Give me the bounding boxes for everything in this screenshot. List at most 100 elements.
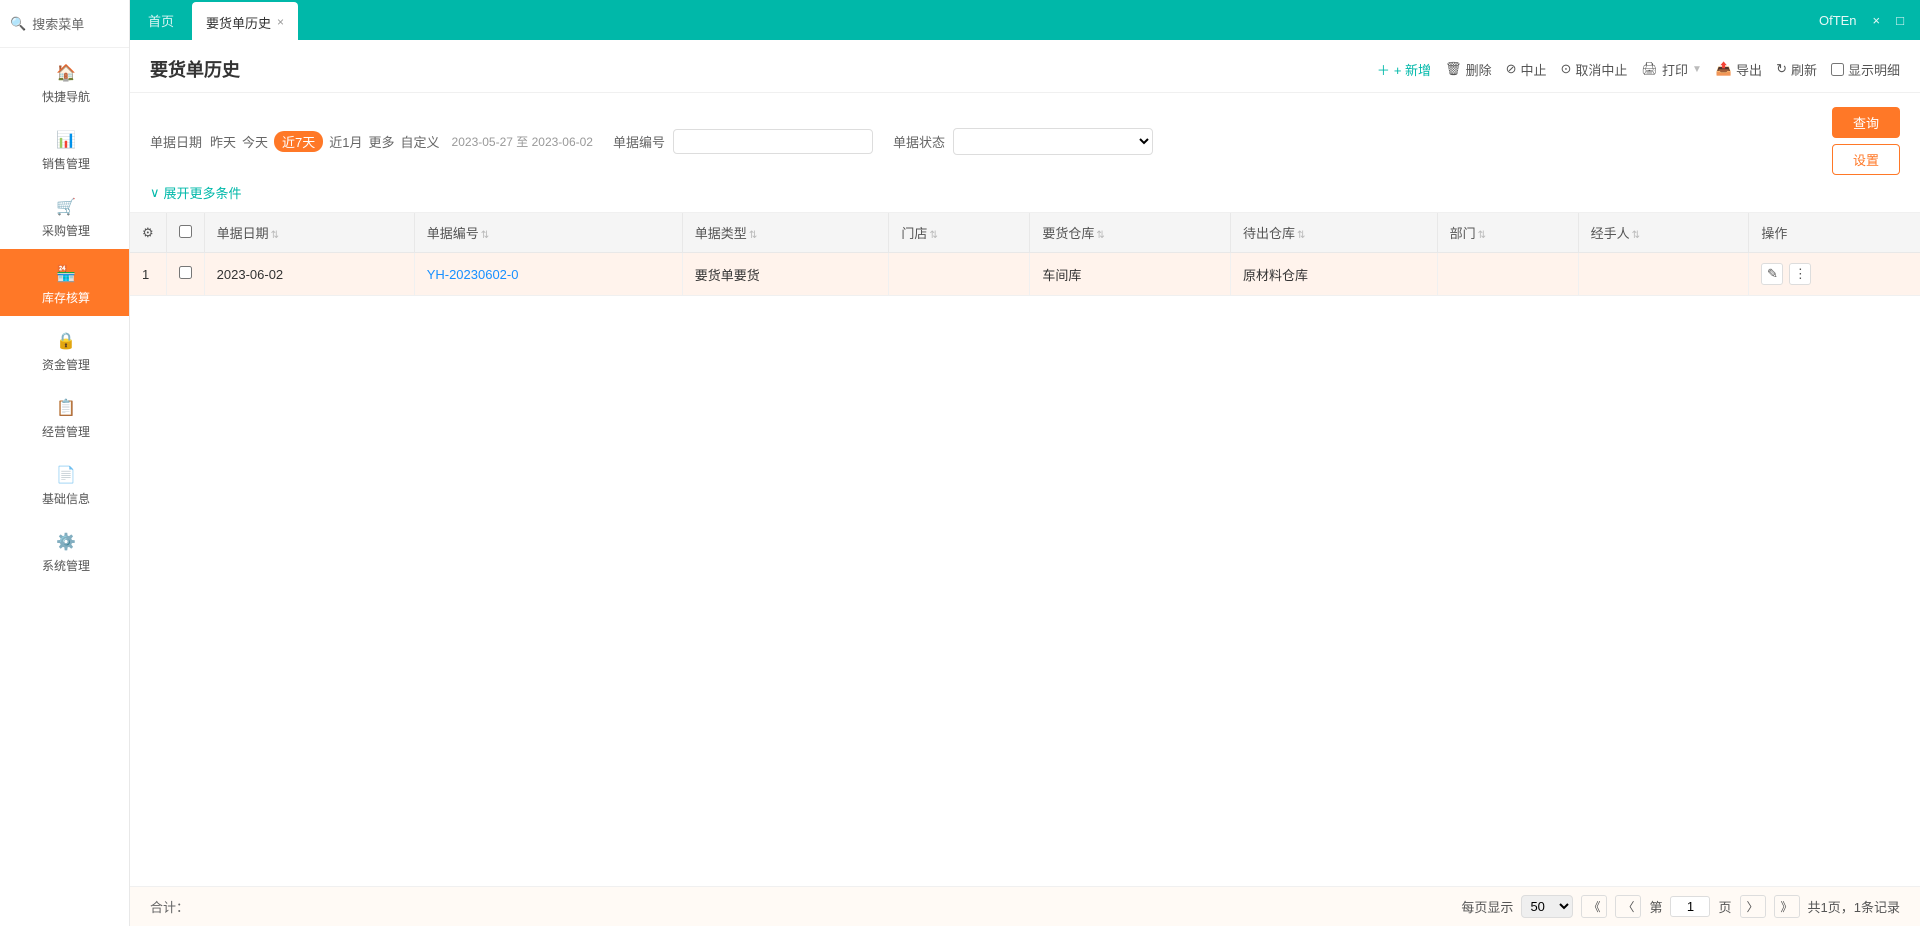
- toolbar: ＋ + 新增 🗑 删除 ⊘ 中止 ⊙ 取消中止 🖨 打印: [1377, 60, 1900, 79]
- row-checkbox-0[interactable]: [179, 266, 192, 279]
- col-header-doc_no[interactable]: 单据编号⇅: [414, 213, 682, 253]
- filter-row-1: 单据日期 昨天今天近7天近1月更多自定义 2023-05-27 至 2023-0…: [150, 107, 1900, 175]
- select-all-checkbox[interactable]: [179, 225, 192, 238]
- status-label: 单据状态: [893, 132, 945, 151]
- cell-checkbox: [166, 253, 204, 296]
- date-opt-昨天[interactable]: 昨天: [210, 132, 236, 151]
- page-header: 要货单历史 ＋ + 新增 🗑 删除 ⊘ 中止 ⊙ 取消中止: [130, 40, 1920, 93]
- col-header-department[interactable]: 部门⇅: [1437, 213, 1578, 253]
- cell-store: [889, 253, 1030, 296]
- filter-actions: 查询 设置: [1832, 107, 1900, 175]
- often-label: OfTEn: [1819, 13, 1857, 28]
- display-detail-checkbox[interactable]: [1831, 63, 1844, 76]
- date-opt-近1月[interactable]: 近1月: [329, 132, 362, 151]
- window-close-icon[interactable]: ×: [1873, 13, 1881, 28]
- print-icon: 🖨: [1641, 61, 1658, 77]
- refresh-icon: ↻: [1776, 61, 1787, 77]
- page-title: 要货单历史: [150, 56, 240, 82]
- operations-icon: 📋: [55, 397, 77, 419]
- finance-icon: 🔒: [55, 330, 77, 352]
- table-footer: 合计： 每页显示 102050100 《 〈 第 页 〉 》 共1页，1条记录: [130, 886, 1920, 926]
- basic-info-icon: 📄: [55, 464, 77, 486]
- sort-icon-req_warehouse: ⇅: [1096, 230, 1104, 241]
- date-opt-自定义[interactable]: 自定义: [401, 132, 440, 151]
- sidebar-item-system[interactable]: ⚙️ 系统管理: [0, 517, 129, 584]
- stop-button[interactable]: ⊘ 中止: [1506, 60, 1547, 79]
- export-button[interactable]: 📤 导出: [1716, 60, 1762, 79]
- sort-icon-department: ⇅: [1478, 230, 1486, 241]
- table-header: ⚙ 单据日期⇅单据编号⇅单据类型⇅门店⇅要货仓库⇅待出仓库⇅部门⇅经手人⇅操作: [130, 213, 1920, 253]
- col-header-handler[interactable]: 经手人⇅: [1578, 213, 1749, 253]
- first-page-button[interactable]: 《: [1581, 895, 1607, 918]
- new-button[interactable]: ＋ + 新增: [1377, 60, 1431, 79]
- date-opt-今天[interactable]: 今天: [242, 132, 268, 151]
- table-settings-icon[interactable]: ⚙: [142, 225, 154, 240]
- display-detail-toggle[interactable]: 显示明细: [1831, 60, 1900, 79]
- sidebar-item-purchase[interactable]: 🛒 采购管理: [0, 182, 129, 249]
- status-select[interactable]: [953, 128, 1153, 155]
- filter-area: 单据日期 昨天今天近7天近1月更多自定义 2023-05-27 至 2023-0…: [130, 93, 1920, 213]
- tab-active[interactable]: 要货单历史 ×: [192, 2, 298, 42]
- page-number-input[interactable]: [1670, 896, 1710, 917]
- main-area: 首页 要货单历史 × OfTEn × □ 要货单历史 ＋ + 新增 🗑 删除: [130, 0, 1920, 926]
- top-bar-right: OfTEn × □: [1819, 13, 1920, 28]
- export-label: 导出: [1736, 60, 1762, 79]
- cancel-stop-label: 取消中止: [1575, 60, 1627, 79]
- sidebar-item-finance[interactable]: 🔒 资金管理: [0, 316, 129, 383]
- sidebar-item-sales[interactable]: 📊 销售管理: [0, 115, 129, 182]
- sales-icon: 📊: [55, 129, 77, 151]
- cancel-stop-button[interactable]: ⊙ 取消中止: [1561, 60, 1628, 79]
- refresh-button[interactable]: ↻ 刷新: [1776, 60, 1817, 79]
- col-header-doc_date[interactable]: 单据日期⇅: [204, 213, 414, 253]
- delete-label: 删除: [1466, 60, 1492, 79]
- row-more-btn[interactable]: ⋮: [1789, 263, 1811, 285]
- col-header-store[interactable]: 门店⇅: [889, 213, 1030, 253]
- sidebar-item-inventory[interactable]: 🏪 库存核算: [0, 249, 129, 316]
- print-button[interactable]: 🖨 打印 ▼: [1641, 60, 1701, 79]
- date-opt-更多[interactable]: 更多: [369, 132, 395, 151]
- prev-page-button[interactable]: 〈: [1615, 895, 1641, 918]
- tab-active-label: 要货单历史: [206, 13, 271, 32]
- chevron-down-icon: ∨: [150, 185, 160, 201]
- row-edit-btn[interactable]: ✎: [1761, 263, 1783, 285]
- tab-home[interactable]: 首页: [130, 0, 192, 40]
- sidebar-search[interactable]: 🔍 搜索菜单: [0, 0, 129, 48]
- export-icon: 📤: [1716, 61, 1732, 77]
- col-header-pending_warehouse[interactable]: 待出仓库⇅: [1231, 213, 1438, 253]
- last-page-button[interactable]: 》: [1774, 895, 1800, 918]
- sort-icon-handler: ⇅: [1632, 230, 1640, 241]
- inventory-label: 库存核算: [42, 289, 90, 306]
- cell-pending_warehouse: 原材料仓库: [1231, 253, 1438, 296]
- expand-more-btn[interactable]: ∨ 展开更多条件: [150, 183, 1900, 202]
- footer-total-label: 合计：: [150, 897, 189, 916]
- settings-button[interactable]: 设置: [1832, 144, 1900, 175]
- col-header-checkbox: [166, 213, 204, 253]
- col-header-index: ⚙: [130, 213, 166, 253]
- col-header-doc_type[interactable]: 单据类型⇅: [682, 213, 889, 253]
- date-filter-group: 单据日期 昨天今天近7天近1月更多自定义 2023-05-27 至 2023-0…: [150, 131, 593, 152]
- sidebar-item-operations[interactable]: 📋 经营管理: [0, 383, 129, 450]
- print-dropdown-icon[interactable]: ▼: [1692, 64, 1702, 75]
- query-button[interactable]: 查询: [1832, 107, 1900, 138]
- delete-button[interactable]: 🗑 删除: [1445, 60, 1492, 79]
- doc-no-link[interactable]: YH-20230602-0: [427, 267, 519, 282]
- page-unit: 页: [1718, 897, 1731, 916]
- window-maximize-icon[interactable]: □: [1896, 13, 1904, 28]
- sidebar-item-quick-nav[interactable]: 🏠 快捷导航: [0, 48, 129, 115]
- data-table: ⚙单据日期⇅单据编号⇅单据类型⇅门店⇅要货仓库⇅待出仓库⇅部门⇅经手人⇅操作 1…: [130, 213, 1920, 296]
- total-info: 共1页，1条记录: [1808, 897, 1900, 916]
- stop-icon: ⊘: [1506, 61, 1517, 77]
- col-header-action: 操作: [1749, 213, 1920, 253]
- page-label: 第: [1649, 897, 1662, 916]
- purchase-label: 采购管理: [42, 222, 90, 239]
- page-size-select[interactable]: 102050100: [1521, 895, 1573, 918]
- basic-info-label: 基础信息: [42, 490, 90, 507]
- sidebar-item-basic-info[interactable]: 📄 基础信息: [0, 450, 129, 517]
- col-header-req_warehouse[interactable]: 要货仓库⇅: [1030, 213, 1231, 253]
- doc-no-input[interactable]: [673, 129, 873, 154]
- next-page-button[interactable]: 〉: [1740, 895, 1766, 918]
- tab-close-icon[interactable]: ×: [277, 15, 284, 29]
- sort-icon-doc_no: ⇅: [481, 230, 489, 241]
- date-opt-近7天[interactable]: 近7天: [274, 131, 323, 152]
- sales-label: 销售管理: [42, 155, 90, 172]
